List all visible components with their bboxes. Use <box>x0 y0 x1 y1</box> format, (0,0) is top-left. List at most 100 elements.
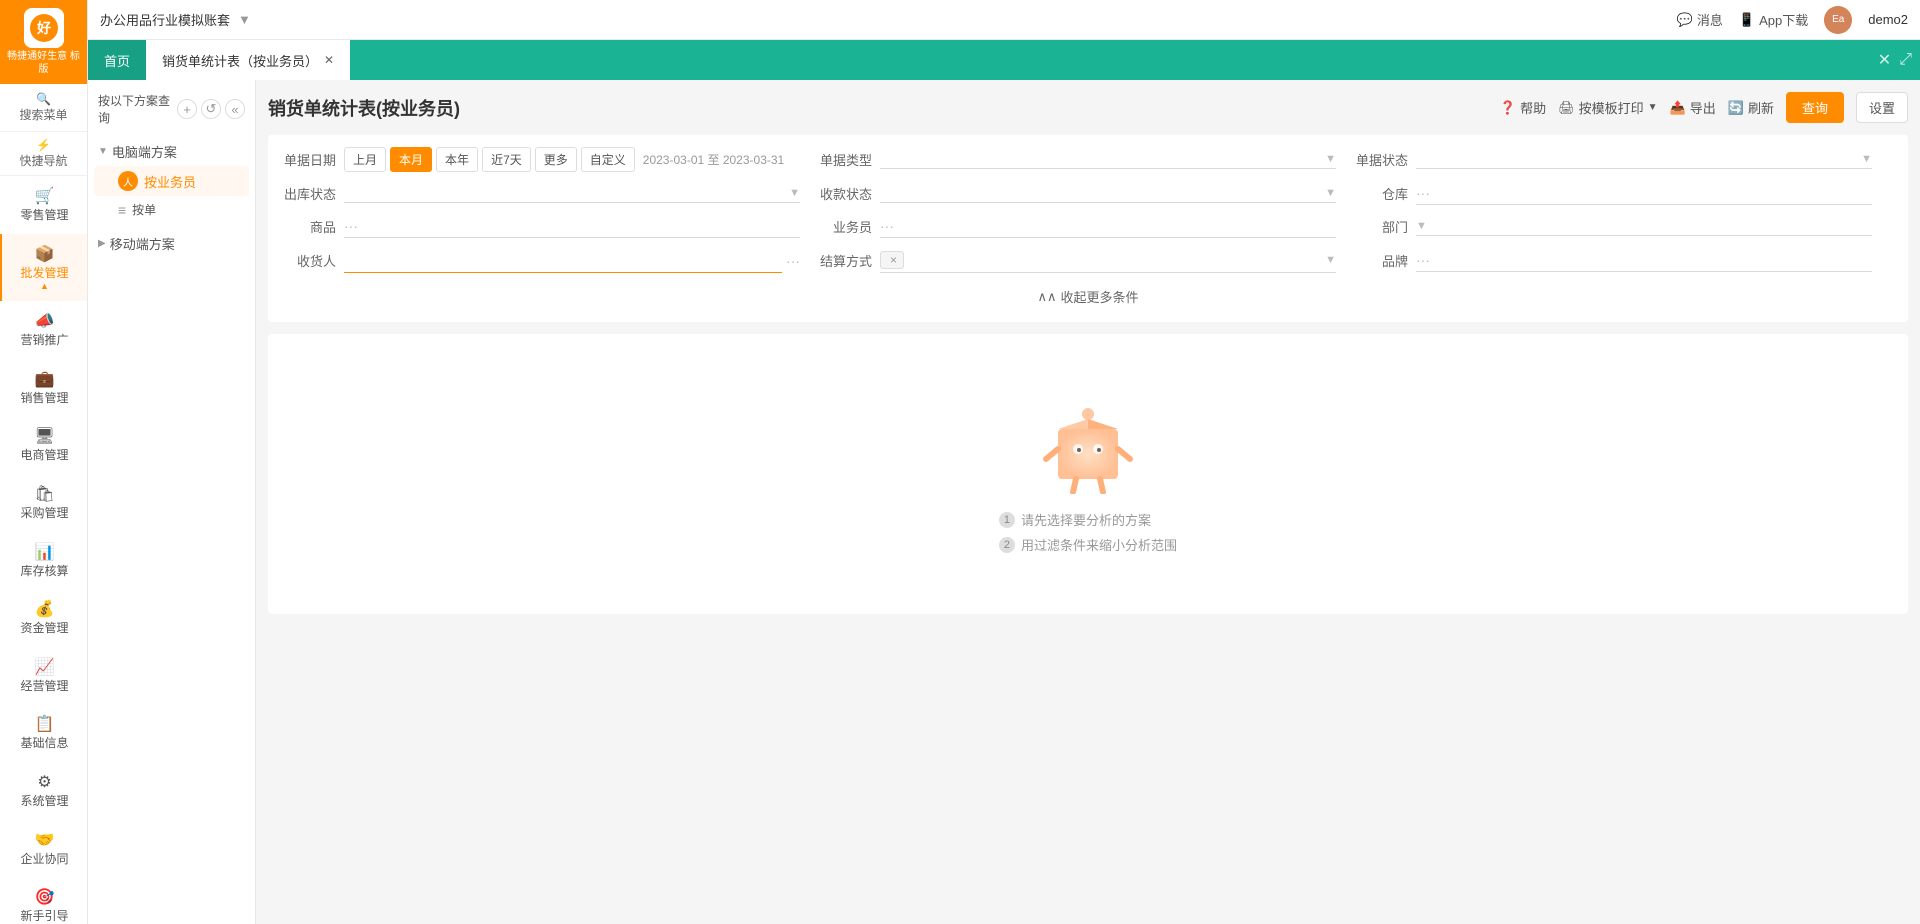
scheme-sub-item-order[interactable]: ≡ 按单 <box>88 197 255 222</box>
collapse-filter-btn[interactable]: ∧∧ 收起更多条件 <box>1025 283 1150 310</box>
date-btn-this-year[interactable]: 本年 <box>436 147 478 172</box>
finance-icon: 💰 <box>35 599 55 619</box>
sales-label: 销售管理 <box>20 391 68 407</box>
sidebar-item-retail[interactable]: 🛒 零售管理 <box>0 176 87 234</box>
salesperson-dots: ··· <box>880 218 894 234</box>
pc-scheme-group: ▼ 电脑端方案 人 按业务员 ≡ 按单 <box>88 134 255 226</box>
newguide-label: 新手引导 <box>20 909 68 924</box>
tip-1-num: 1 <box>999 512 1015 528</box>
quick-nav-label: 快捷导航 <box>6 152 81 169</box>
refresh-icon: 🔄 <box>1728 100 1744 116</box>
date-btn-more[interactable]: 更多 <box>535 147 577 172</box>
date-btn-last-month[interactable]: 上月 <box>344 147 386 172</box>
filter-settlement-item: 结算方式 × ▼ <box>820 248 1356 273</box>
page-header-actions: ❓ 帮助 🖨 按模板打印 ▼ 📤 导出 🔄 刷新 <box>1500 92 1908 123</box>
sidebar-item-enterprise[interactable]: 🤝 企业协同 <box>0 820 87 878</box>
payment-select[interactable]: ▼ <box>880 184 1336 203</box>
refresh-scheme-btn[interactable]: ↺ <box>201 99 221 119</box>
topbar-right: 💬 消息 📱 App下载 Ea demo2 <box>1677 6 1908 34</box>
doctype-label: 单据类型 <box>820 150 872 169</box>
tab-maximize-btn[interactable]: ⤢ <box>1899 51 1912 69</box>
sidebar-item-marketing[interactable]: 📣 营销推广 <box>0 301 87 359</box>
sidebar-item-system[interactable]: ⚙ 系统管理 <box>0 762 87 820</box>
sidebar-item-business[interactable]: 📈 经营管理 <box>0 647 87 705</box>
date-btn-this-month[interactable]: 本月 <box>390 147 432 172</box>
breadcrumb-dropdown-icon[interactable]: ▼ <box>238 12 251 27</box>
sidebar-item-wholesale[interactable]: 📦 批发管理 ▲ <box>0 234 87 302</box>
app-download-action[interactable]: 📱 App下载 <box>1739 10 1808 29</box>
filter-payment-item: 收款状态 ▼ <box>820 184 1356 203</box>
tab-sales-stat-close[interactable]: ✕ <box>324 53 334 67</box>
settings-btn[interactable]: 设置 <box>1856 92 1908 123</box>
mobile-scheme-header[interactable]: ▶ 移动端方案 <box>88 230 255 257</box>
brand-select[interactable]: ··· <box>1416 249 1872 272</box>
page-title: 销货单统计表(按业务员) <box>268 95 460 121</box>
left-panel-header: 按以下方案查询 + ↺ « <box>88 88 255 134</box>
search-icon: 🔍 <box>6 92 81 106</box>
user-avatar-text: Ea <box>1824 6 1852 34</box>
add-scheme-btn[interactable]: + <box>177 99 197 119</box>
ecommerce-label: 电商管理 <box>20 448 68 464</box>
tab-home[interactable]: 首页 <box>88 40 146 80</box>
search-menu-item[interactable]: 🔍 搜索菜单 <box>0 84 87 132</box>
filter-doctype-item: 单据类型 ▼ <box>820 150 1356 169</box>
collapse-icon: ∧∧ <box>1037 289 1056 305</box>
export-btn[interactable]: 📤 导出 <box>1670 98 1716 117</box>
tab-sales-stat[interactable]: 销货单统计表（按业务员） ✕ <box>146 40 350 80</box>
search-menu-label: 搜索菜单 <box>6 106 81 123</box>
tab-close-all-btn[interactable]: ✕ <box>1878 50 1891 70</box>
sidebar-item-inventory[interactable]: 📊 库存核算 <box>0 532 87 590</box>
settings-label: 设置 <box>1869 98 1895 117</box>
date-btn-custom[interactable]: 自定义 <box>581 147 635 172</box>
retail-icon: 🛒 <box>35 186 55 206</box>
quick-nav-item[interactable]: ⚡ 快捷导航 <box>0 132 87 176</box>
left-panel: 按以下方案查询 + ↺ « ▼ 电脑端方案 人 按业务员 ≡ 按 <box>88 80 256 924</box>
sidebar-item-sales[interactable]: 💼 销售管理 <box>0 359 87 417</box>
help-label: 帮助 <box>1520 98 1546 117</box>
sidebar-logo[interactable]: 好 畅捷通好生意 标版 <box>0 0 87 84</box>
department-select[interactable]: ▼ <box>1416 217 1872 236</box>
help-btn[interactable]: ❓ 帮助 <box>1500 98 1546 117</box>
page-header: 销货单统计表(按业务员) ❓ 帮助 🖨 按模板打印 ▼ 📤 导出 <box>268 92 1908 123</box>
sidebar-item-newguide[interactable]: 🎯 新手引导 <box>0 877 87 924</box>
refresh-btn[interactable]: 🔄 刷新 <box>1728 98 1774 117</box>
settlement-tag: × <box>880 251 904 269</box>
newguide-icon: 🎯 <box>35 887 55 907</box>
left-panel-title: 按以下方案查询 <box>98 92 177 126</box>
collapse-panel-btn[interactable]: « <box>225 99 245 119</box>
consignee-input[interactable] <box>344 249 782 273</box>
print-dropdown-icon: ▼ <box>1648 102 1658 113</box>
ship-select[interactable]: ▼ <box>344 184 800 203</box>
user-name[interactable]: demo2 <box>1868 12 1908 27</box>
query-btn[interactable]: 查询 <box>1786 92 1844 123</box>
docstatus-select[interactable]: ▼ <box>1416 150 1872 169</box>
warehouse-dots: ··· <box>1416 185 1430 201</box>
marketing-icon: 📣 <box>35 311 55 331</box>
tabbar: 首页 销货单统计表（按业务员） ✕ ✕ ⤢ <box>88 40 1920 80</box>
consignee-dots: ··· <box>786 253 800 269</box>
sidebar-item-finance[interactable]: 💰 资金管理 <box>0 589 87 647</box>
mobile-scheme-group: ▶ 移动端方案 <box>88 226 255 261</box>
doctype-select[interactable]: ▼ <box>880 150 1336 169</box>
warehouse-select[interactable]: ··· <box>1416 182 1872 205</box>
pc-scheme-header[interactable]: ▼ 电脑端方案 <box>88 138 255 165</box>
empty-tip-2: 2 用过滤条件来缩小分析范围 <box>999 535 1177 554</box>
goods-select[interactable]: ··· <box>344 215 800 238</box>
scheme-item-salesperson[interactable]: 人 按业务员 <box>94 166 249 196</box>
filter-form: 单据日期 上月 本月 本年 近7天 更多 自定义 2023-03-01 至 20… <box>268 135 1908 322</box>
sidebar-item-ecommerce[interactable]: 🖥 电商管理 <box>0 416 87 474</box>
purchase-icon: 🛍 <box>34 484 54 504</box>
salesperson-scheme-label: 按业务员 <box>144 172 196 191</box>
filter-warehouse-item: 仓库 ··· <box>1356 182 1892 205</box>
doctype-arrow: ▼ <box>1325 153 1336 165</box>
settlement-select[interactable]: × ▼ <box>880 248 1336 273</box>
date-btn-7days[interactable]: 近7天 <box>482 147 531 172</box>
print-btn[interactable]: 🖨 按模板打印 ▼ <box>1558 98 1657 117</box>
settlement-tag-close[interactable]: × <box>890 253 897 267</box>
salesperson-select[interactable]: ··· <box>880 215 1336 238</box>
sidebar-item-basic[interactable]: 📋 基础信息 <box>0 704 87 762</box>
user-avatar[interactable]: Ea <box>1824 6 1852 34</box>
sidebar-item-purchase[interactable]: 🛍 采购管理 <box>0 474 87 532</box>
message-action[interactable]: 💬 消息 <box>1677 10 1723 29</box>
sidebar-nav: 🛒 零售管理 📦 批发管理 ▲ 📣 营销推广 💼 销售管理 🖥 电商管理 🛍 采… <box>0 176 87 924</box>
